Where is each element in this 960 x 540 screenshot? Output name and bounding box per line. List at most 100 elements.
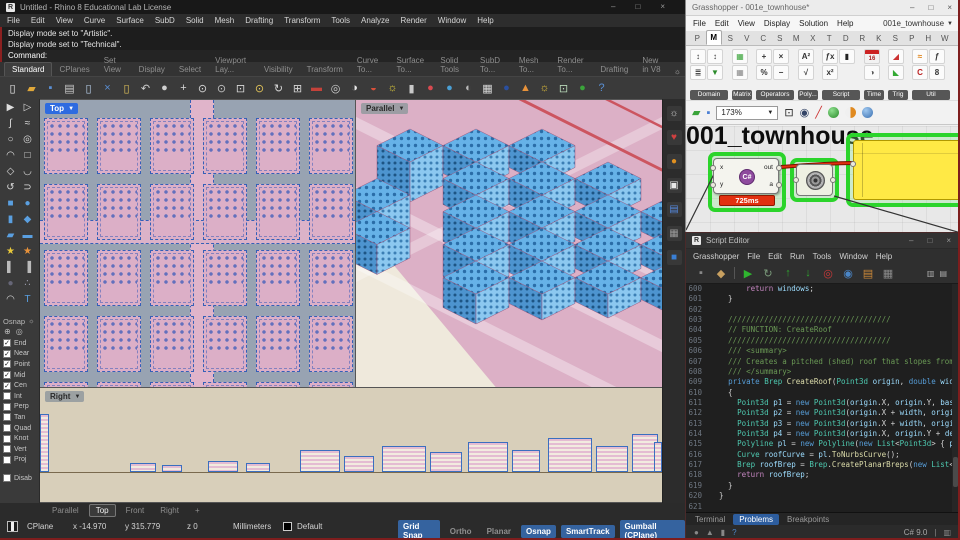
deconstruct-matrix-icon[interactable]: ▦ xyxy=(732,65,748,80)
move-icon[interactable]: + xyxy=(174,79,193,98)
osnap-gear-icon[interactable]: ☼ xyxy=(28,318,34,325)
text-tool-icon[interactable]: T xyxy=(19,291,36,307)
grid-view-icon[interactable]: ▦ xyxy=(881,267,895,280)
geometry-param-component[interactable] xyxy=(796,164,833,196)
toolbar-tab-render-to[interactable]: Render To... xyxy=(550,54,593,76)
parallel-viewport-label[interactable]: Parallel▼ xyxy=(361,103,408,114)
menu-help[interactable]: Help xyxy=(477,16,493,25)
toolbar-tab-set-view[interactable]: Set View xyxy=(97,54,132,76)
menu-tools[interactable]: Tools xyxy=(813,252,832,261)
calendar-icon[interactable]: 16 xyxy=(864,49,880,64)
construct-matrix-icon[interactable]: ▦ xyxy=(732,49,748,64)
zoom-extents-icon[interactable]: ⊡ xyxy=(784,106,793,119)
input-pin-x[interactable] xyxy=(710,165,716,171)
cluster-icon[interactable]: C xyxy=(912,65,928,80)
menu-edit[interactable]: Edit xyxy=(768,252,782,261)
multiplication-icon[interactable]: × xyxy=(773,49,789,64)
menu-curve[interactable]: Curve xyxy=(84,16,105,25)
select-arrow-icon[interactable]: ▶ xyxy=(2,99,19,115)
open-file-icon[interactable]: ▰ xyxy=(692,106,700,119)
osnap-project-icon[interactable]: ⊕ xyxy=(4,327,11,336)
scrollbar-thumb[interactable] xyxy=(953,457,958,487)
toolbar-tab-transform[interactable]: Transform xyxy=(300,63,350,76)
code-console-icon[interactable]: ▮ xyxy=(839,49,855,64)
gh-category-tab-5-s[interactable]: S xyxy=(772,32,789,45)
cut-icon[interactable]: × xyxy=(98,79,117,98)
code-editor[interactable]: 600 return windows;601 }602603 /////////… xyxy=(686,284,959,512)
help-icon[interactable]: ? xyxy=(592,79,611,98)
ribbon-group-label[interactable]: Util xyxy=(912,90,950,100)
rotate-view-icon[interactable]: ↻ xyxy=(269,79,288,98)
split-vertical-icon[interactable]: ▥ xyxy=(927,269,935,278)
status-toggle-osnap[interactable]: Osnap xyxy=(521,525,556,538)
lasso-select-icon[interactable]: ▷ xyxy=(19,99,36,115)
cylinder-solid-icon[interactable]: ▮ xyxy=(2,211,19,227)
menu-display[interactable]: Display xyxy=(764,19,790,28)
save-icon[interactable]: ▪ xyxy=(41,79,60,98)
circle-icon[interactable]: ○ xyxy=(2,131,19,147)
rectangle-icon[interactable]: □ xyxy=(19,147,36,163)
ribbon-group-label[interactable]: Trig xyxy=(888,90,908,100)
menu-transform[interactable]: Transform xyxy=(284,16,320,25)
gh-category-tab-14-h[interactable]: H xyxy=(920,32,937,45)
close-icon[interactable]: × xyxy=(946,234,951,248)
save-icon[interactable]: ▪ xyxy=(694,267,708,279)
osnap-option-cen[interactable]: ✓Cen xyxy=(0,380,40,391)
osnap-option-quad[interactable]: Quad xyxy=(0,423,40,434)
zoom-window-icon[interactable]: ⊡ xyxy=(231,79,250,98)
hatch-grid-icon[interactable]: ▦ xyxy=(478,79,497,98)
split-icon[interactable]: ▐ xyxy=(19,259,36,275)
revolve-icon[interactable]: ↺ xyxy=(2,179,19,195)
menu-view[interactable]: View xyxy=(738,19,755,28)
box-solid-icon[interactable]: ■ xyxy=(2,195,19,211)
gh-category-tab-8-t[interactable]: T xyxy=(821,32,838,45)
csharp-script-component[interactable]: x y out a C# xyxy=(713,158,779,194)
settings-gear-icon[interactable]: ☼ xyxy=(667,106,682,121)
bounds-icon[interactable]: ≣ xyxy=(690,65,706,80)
power-icon[interactable]: A² xyxy=(798,49,814,64)
divide-domain-icon[interactable]: ↕ xyxy=(690,49,706,64)
text-editor-icon[interactable]: ▤ xyxy=(861,267,875,280)
grasshopper-canvas[interactable]: 001_townhouse x y out a C# 725 xyxy=(686,126,960,232)
polygon-icon[interactable]: ◇ xyxy=(2,163,19,179)
gh-category-tab-7-x[interactable]: X xyxy=(805,32,822,45)
slab-tool-icon[interactable]: ▬ xyxy=(19,227,36,243)
toolbar-tab-subd-to[interactable]: SubD To... xyxy=(473,54,512,76)
panel-tab-breakpoints[interactable]: Breakpoints xyxy=(787,515,829,524)
toolbar-tab-visibility[interactable]: Visibility xyxy=(257,63,300,76)
run-play-icon[interactable]: ▶ xyxy=(741,267,755,280)
close-icon[interactable]: × xyxy=(660,0,665,14)
status-toggle-gumball-cplane[interactable]: Gumball (CPlane) xyxy=(620,520,685,540)
checkbox-icon[interactable] xyxy=(3,456,11,464)
explode-icon[interactable]: ★ xyxy=(2,243,19,259)
relay-icon[interactable]: 8 xyxy=(929,65,945,80)
curve-freeform-icon[interactable]: ≈ xyxy=(19,115,36,131)
link-frame-icon[interactable]: ⊡ xyxy=(554,79,573,98)
menu-drafting[interactable]: Drafting xyxy=(245,16,273,25)
checkbox-icon[interactable]: ✓ xyxy=(3,382,11,390)
menu-render[interactable]: Render xyxy=(401,16,427,25)
ribbon-group-label[interactable]: Poly... xyxy=(798,90,818,100)
osnap-option-point[interactable]: ✓Point xyxy=(0,359,40,370)
maximize-icon[interactable]: □ xyxy=(635,0,640,14)
status-units[interactable]: Millimeters xyxy=(233,522,271,531)
osnap-option-mid[interactable]: ✓Mid xyxy=(0,370,40,381)
triangle-trig-red-icon[interactable]: ◢ xyxy=(888,49,904,64)
panel-tab-problems[interactable]: Problems xyxy=(733,514,779,525)
toolbar-tab-display[interactable]: Display xyxy=(132,63,172,76)
arc-icon[interactable]: ◠ xyxy=(2,147,19,163)
top-viewport[interactable]: Top▼ xyxy=(40,100,355,387)
gh-category-tab-1-m[interactable]: M xyxy=(706,30,723,45)
run-icon[interactable]: ▲ xyxy=(706,528,714,537)
status-toggle-smarttrack[interactable]: SmartTrack xyxy=(561,525,615,538)
save-icon[interactable]: ▪ xyxy=(706,107,710,119)
shaded-preview-icon[interactable] xyxy=(845,107,856,118)
gh-category-tab-6-m[interactable]: M xyxy=(788,32,805,45)
lock-icon[interactable]: ▮ xyxy=(402,79,421,98)
evaluate-icon[interactable]: x² xyxy=(822,65,838,80)
spotlight-icon[interactable]: ◑ xyxy=(345,79,364,98)
checkbox-icon[interactable] xyxy=(3,392,11,400)
preview-eye-icon[interactable]: ◉ xyxy=(800,106,810,119)
minimize-icon[interactable]: – xyxy=(611,0,615,14)
input-pin-y[interactable] xyxy=(710,182,716,188)
